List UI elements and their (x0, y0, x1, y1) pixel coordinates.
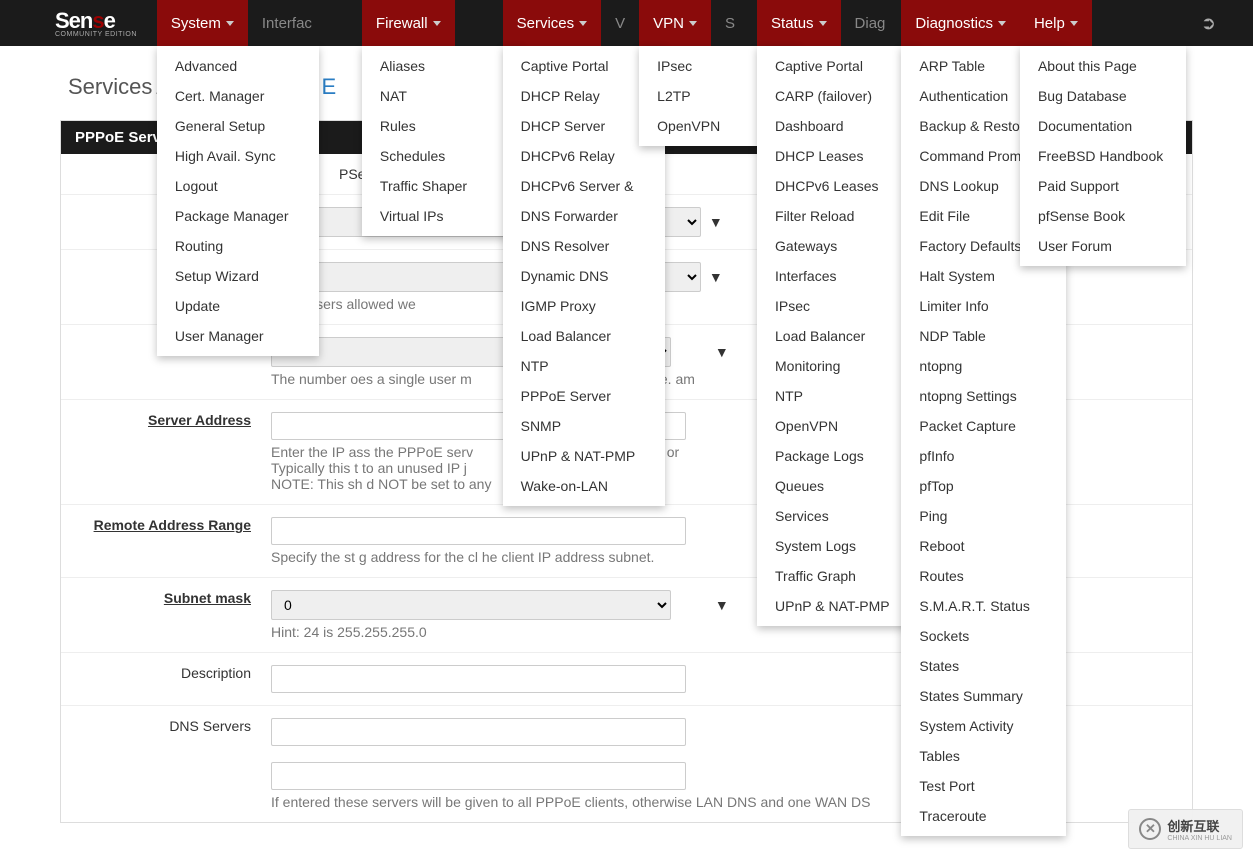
menu-item[interactable]: General Setup (157, 111, 319, 141)
menu-item[interactable]: Wake-on-LAN (503, 471, 665, 501)
menu-item[interactable]: Dashboard (757, 111, 917, 141)
label-server-address: Server Address (61, 412, 271, 492)
nav-firewall[interactable]: Firewall AliasesNATRulesSchedulesTraffic… (362, 0, 455, 46)
nav-diag-partial[interactable]: Diag (841, 0, 900, 46)
menu-item[interactable]: Tables (901, 741, 1066, 771)
nav-status[interactable]: Status Captive PortalCARP (failover)Dash… (757, 0, 841, 46)
menu-item[interactable]: DHCPv6 Server & (503, 171, 665, 201)
menu-item[interactable]: Queues (757, 471, 917, 501)
menu-item[interactable]: User Forum (1020, 231, 1186, 261)
menu-item[interactable]: IPsec (757, 291, 917, 321)
menu-item[interactable]: SNMP (503, 411, 665, 441)
menu-item[interactable]: CARP (failover) (757, 81, 917, 111)
menu-item[interactable]: Captive Portal (757, 51, 917, 81)
label-subnet: Subnet mask (61, 590, 271, 640)
menu-item[interactable]: pfTop (901, 471, 1066, 501)
menu-item[interactable]: States Summary (901, 681, 1066, 711)
menu-item[interactable]: FreeBSD Handbook (1020, 141, 1186, 171)
menu-item[interactable]: Monitoring (757, 351, 917, 381)
menu-item[interactable]: Aliases (362, 51, 522, 81)
menu-item[interactable]: S.M.A.R.T. Status (901, 591, 1066, 621)
menu-item[interactable]: Package Logs (757, 441, 917, 471)
menu-item[interactable]: Test Port (901, 771, 1066, 801)
menu-item[interactable]: UPnP & NAT-PMP (757, 591, 917, 621)
menu-item[interactable]: High Avail. Sync (157, 141, 319, 171)
menu-item[interactable]: DHCPv6 Leases (757, 171, 917, 201)
menu-item[interactable]: Traffic Shaper (362, 171, 522, 201)
logo: Sense COMMUNITY EDITION (55, 8, 137, 38)
logout-icon[interactable]: ➲ (1179, 13, 1238, 34)
menu-item[interactable]: Package Manager (157, 201, 319, 231)
menu-item[interactable]: Rules (362, 111, 522, 141)
menu-item[interactable]: Update (157, 291, 319, 321)
nav-s[interactable]: S (711, 0, 749, 46)
nav-v[interactable]: V (601, 0, 639, 46)
menu-item[interactable]: DNS Resolver (503, 231, 665, 261)
menu-item[interactable]: Limiter Info (901, 291, 1066, 321)
menu-item[interactable]: System Logs (757, 531, 917, 561)
nav-help[interactable]: Help About this PageBug DatabaseDocument… (1020, 0, 1092, 46)
menu-item[interactable]: Routes (901, 561, 1066, 591)
menu-item[interactable]: Load Balancer (757, 321, 917, 351)
menu-item[interactable]: Cert. Manager (157, 81, 319, 111)
description-input[interactable] (271, 665, 686, 693)
footer-badge: ✕ 创新互联 CHINA XIN HU LIAN (1128, 809, 1243, 849)
menu-item[interactable]: About this Page (1020, 51, 1186, 81)
subnet-select[interactable]: 0 (271, 590, 671, 620)
menu-item[interactable]: Bug Database (1020, 81, 1186, 111)
menu-item[interactable]: Schedules (362, 141, 522, 171)
menu-item[interactable]: Services (757, 501, 917, 531)
menu-item[interactable]: NTP (503, 351, 665, 381)
menu-item[interactable]: NTP (757, 381, 917, 411)
menu-item[interactable]: Interfaces (757, 261, 917, 291)
menu-item[interactable]: ntopng (901, 351, 1066, 381)
menu-item[interactable]: ntopng Settings (901, 381, 1066, 411)
menu-item[interactable]: OpenVPN (757, 411, 917, 441)
menu-item[interactable]: Setup Wizard (157, 261, 319, 291)
badge-icon: ✕ (1139, 818, 1161, 840)
menu-item[interactable]: UPnP & NAT-PMP (503, 441, 665, 471)
menu-item[interactable]: Ping (901, 501, 1066, 531)
menu-item[interactable]: PPPoE Server (503, 381, 665, 411)
menu-item[interactable]: Traceroute (901, 801, 1066, 831)
label-dns: DNS Servers (61, 718, 271, 810)
menu-item[interactable]: Routing (157, 231, 319, 261)
menu-item[interactable]: pfInfo (901, 441, 1066, 471)
nav-services[interactable]: Services Captive PortalDHCP RelayDHCP Se… (503, 0, 602, 46)
dns-input-2[interactable] (271, 762, 686, 790)
nav-diagnostics[interactable]: Diagnostics ARP TableAuthenticationBacku… (901, 0, 1020, 46)
nav-vpn[interactable]: VPN IPsecL2TPOpenVPN (639, 0, 711, 46)
menu-item[interactable]: Paid Support (1020, 171, 1186, 201)
menu-item[interactable]: Advanced (157, 51, 319, 81)
menu-item[interactable]: Filter Reload (757, 201, 917, 231)
dns-input-1[interactable] (271, 718, 686, 746)
label-description: Description (61, 665, 271, 693)
label-remote-range: Remote Address Range (61, 517, 271, 565)
menu-item[interactable]: Documentation (1020, 111, 1186, 141)
menu-item[interactable]: Sockets (901, 621, 1066, 651)
menu-item[interactable]: User Manager (157, 321, 319, 351)
menu-item[interactable]: Traffic Graph (757, 561, 917, 591)
menu-item[interactable]: Dynamic DNS (503, 261, 665, 291)
menu-item[interactable]: Virtual IPs (362, 201, 522, 231)
menu-item[interactable]: pfSense Book (1020, 201, 1186, 231)
menu-item[interactable]: NAT (362, 81, 522, 111)
nav-interfaces[interactable]: Interfac (248, 0, 326, 46)
menu-item[interactable]: System Activity (901, 711, 1066, 741)
menu-item[interactable]: DNS Forwarder (503, 201, 665, 231)
menu-item[interactable]: Logout (157, 171, 319, 201)
menu-item[interactable]: DHCP Leases (757, 141, 917, 171)
top-navbar: Sense COMMUNITY EDITION System AdvancedC… (0, 0, 1253, 46)
menu-item[interactable]: Gateways (757, 231, 917, 261)
remote-range-input[interactable] (271, 517, 686, 545)
menu-item[interactable]: IGMP Proxy (503, 291, 665, 321)
menu-item[interactable]: Load Balancer (503, 321, 665, 351)
menu-item[interactable]: NDP Table (901, 321, 1066, 351)
menu-item[interactable]: Packet Capture (901, 411, 1066, 441)
menu-item[interactable]: Reboot (901, 531, 1066, 561)
nav-system[interactable]: System AdvancedCert. ManagerGeneral Setu… (157, 0, 248, 46)
menu-item[interactable]: States (901, 651, 1066, 681)
